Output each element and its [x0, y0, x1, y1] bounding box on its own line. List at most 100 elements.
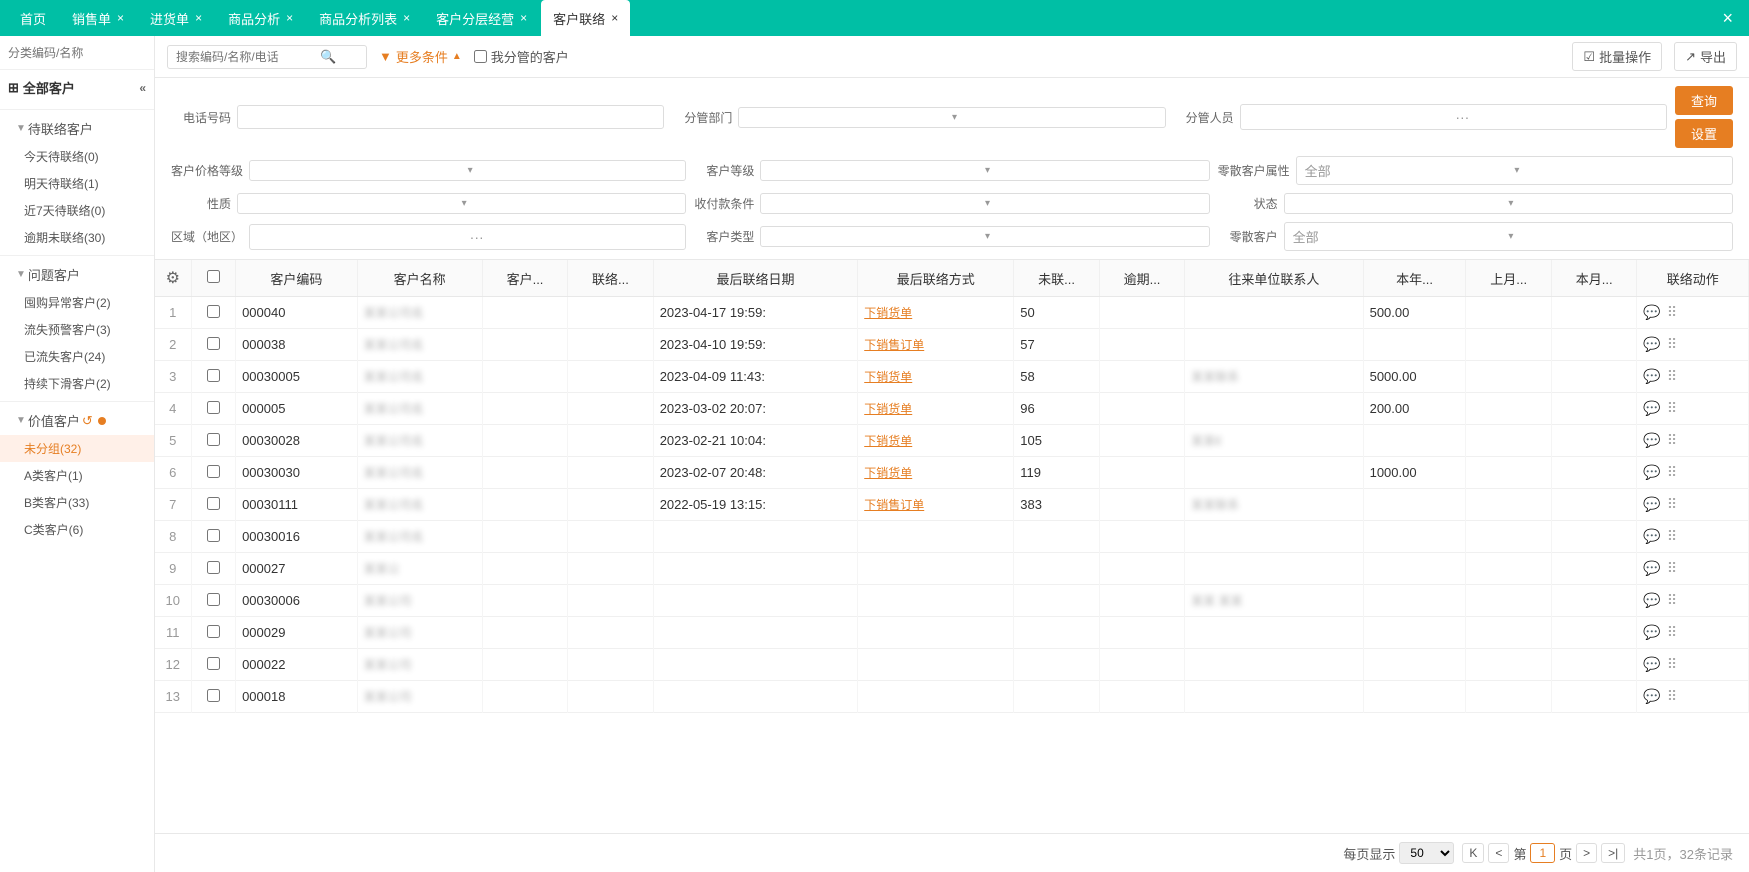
sidebar-item-overdue[interactable]: 逾期未联络(30)	[0, 224, 154, 251]
menu-icon-8[interactable]: ⠿	[1667, 528, 1677, 545]
filter-search-input[interactable]	[176, 50, 316, 64]
menu-icon-9[interactable]: ⠿	[1667, 560, 1677, 577]
sidebar-item-class-c[interactable]: C类客户(6)	[0, 516, 154, 543]
nav-home[interactable]: 首页	[8, 9, 58, 28]
menu-icon-11[interactable]: ⠿	[1667, 624, 1677, 641]
method-link-4[interactable]: 下销货单	[864, 402, 912, 416]
dept-select[interactable]: ▾	[738, 107, 1165, 128]
nav-tab-sales[interactable]: 销售单 ×	[60, 0, 136, 36]
sidebar-item-declining[interactable]: 持续下滑客户(2)	[0, 370, 154, 397]
sidebar-item-ungrouped[interactable]: 未分组(32)	[0, 435, 154, 462]
page-size-select[interactable]: 50 100 200	[1399, 842, 1454, 864]
method-link-1[interactable]: 下销货单	[864, 306, 912, 320]
nav-tab-purchase[interactable]: 进货单 ×	[138, 0, 214, 36]
method-link-5[interactable]: 下销货单	[864, 434, 912, 448]
cust-type-select[interactable]: ▾	[760, 226, 1209, 247]
menu-icon-12[interactable]: ⠿	[1667, 656, 1677, 673]
row-select-13[interactable]	[207, 689, 220, 702]
row-select-11[interactable]	[207, 625, 220, 638]
manager-dots[interactable]: ···	[1455, 109, 1658, 125]
manager-select[interactable]: ···	[1240, 104, 1667, 130]
settings-icon[interactable]: ⚙	[166, 270, 180, 287]
chat-icon-3[interactable]: 💬	[1643, 368, 1660, 385]
sidebar-item-today[interactable]: 今天待联络(0)	[0, 143, 154, 170]
refresh-icon[interactable]: ↺	[82, 413, 93, 429]
reset-btn[interactable]: 设置	[1675, 119, 1733, 148]
chat-icon-4[interactable]: 💬	[1643, 400, 1660, 417]
chat-icon-9[interactable]: 💬	[1643, 560, 1660, 577]
sidebar-item-7days[interactable]: 近7天待联络(0)	[0, 197, 154, 224]
method-link-3[interactable]: 下销货单	[864, 370, 912, 384]
query-btn[interactable]: 查询	[1675, 86, 1733, 115]
menu-icon-7[interactable]: ⠿	[1667, 496, 1677, 513]
chat-icon-8[interactable]: 💬	[1643, 528, 1660, 545]
row-select-2[interactable]	[207, 337, 220, 350]
close-analysis-list-tab[interactable]: ×	[403, 11, 410, 25]
sidebar-group-pending[interactable]: ▼ 待联络客户	[0, 114, 154, 143]
payment-select[interactable]: ▾	[760, 193, 1209, 214]
sidebar-group-value[interactable]: ▼ 价值客户 ↺	[0, 406, 154, 435]
menu-icon-3[interactable]: ⠿	[1667, 368, 1677, 385]
status-select[interactable]: ▾	[1284, 193, 1733, 214]
chat-icon-11[interactable]: 💬	[1643, 624, 1660, 641]
price-level-select[interactable]: ▾	[249, 160, 686, 181]
row-select-7[interactable]	[207, 497, 220, 510]
select-all-checkbox[interactable]	[207, 270, 220, 283]
close-customer-contact-tab[interactable]: ×	[611, 11, 618, 25]
chat-icon-6[interactable]: 💬	[1643, 464, 1660, 481]
row-select-12[interactable]	[207, 657, 220, 670]
prev-page-btn[interactable]: <	[1488, 843, 1509, 863]
cust-level-select[interactable]: ▾	[760, 160, 1209, 181]
menu-icon-4[interactable]: ⠿	[1667, 400, 1677, 417]
region-dots[interactable]: ···	[470, 229, 678, 245]
sidebar-all-customers-header[interactable]: ⊞ 全部客户 «	[0, 70, 154, 105]
nature-select[interactable]: ▾	[237, 193, 686, 214]
chat-icon-12[interactable]: 💬	[1643, 656, 1660, 673]
menu-icon-1[interactable]: ⠿	[1667, 304, 1677, 321]
export-btn[interactable]: ↗ 导出	[1674, 42, 1737, 71]
batch-ops-btn[interactable]: ☑ 批量操作	[1572, 42, 1662, 71]
row-select-3[interactable]	[207, 369, 220, 382]
nav-tab-analysis-list[interactable]: 商品分析列表 ×	[307, 0, 422, 36]
nav-tab-customer-contact[interactable]: 客户联络 ×	[541, 0, 630, 36]
chat-icon-7[interactable]: 💬	[1643, 496, 1660, 513]
row-select-10[interactable]	[207, 593, 220, 606]
next-page-btn[interactable]: >	[1576, 843, 1597, 863]
last-page-btn[interactable]: >|	[1601, 843, 1625, 863]
sidebar-group-problem[interactable]: ▼ 问题客户	[0, 260, 154, 289]
row-select-6[interactable]	[207, 465, 220, 478]
sidebar-item-class-a[interactable]: A类客户(1)	[0, 462, 154, 489]
chat-icon-10[interactable]: 💬	[1643, 592, 1660, 609]
sidebar-item-abnormal[interactable]: 囤购异常客户(2)	[0, 289, 154, 316]
menu-icon-6[interactable]: ⠿	[1667, 464, 1677, 481]
chat-icon-13[interactable]: 💬	[1643, 688, 1660, 705]
close-analysis-tab[interactable]: ×	[286, 11, 293, 25]
close-sales-tab[interactable]: ×	[117, 11, 124, 25]
chat-icon-5[interactable]: 💬	[1643, 432, 1660, 449]
row-select-8[interactable]	[207, 529, 220, 542]
menu-icon-5[interactable]: ⠿	[1667, 432, 1677, 449]
menu-icon-10[interactable]: ⠿	[1667, 592, 1677, 609]
my-customers-checkbox[interactable]	[474, 50, 487, 63]
col-settings[interactable]: ⚙	[155, 260, 191, 297]
retail-cust-select[interactable]: 全部 ▾	[1284, 222, 1733, 251]
sidebar-item-loss-warning[interactable]: 流失预警客户(3)	[0, 316, 154, 343]
chat-icon-1[interactable]: 💬	[1643, 304, 1660, 321]
close-all-tabs[interactable]: ×	[1714, 8, 1741, 29]
row-select-4[interactable]	[207, 401, 220, 414]
menu-icon-2[interactable]: ⠿	[1667, 336, 1677, 353]
row-select-1[interactable]	[207, 305, 220, 318]
close-purchase-tab[interactable]: ×	[195, 11, 202, 25]
nav-tab-analysis[interactable]: 商品分析 ×	[216, 0, 305, 36]
method-link-6[interactable]: 下销货单	[864, 466, 912, 480]
sidebar-item-class-b[interactable]: B类客户(33)	[0, 489, 154, 516]
row-select-5[interactable]	[207, 433, 220, 446]
close-customer-mgmt-tab[interactable]: ×	[520, 11, 527, 25]
chat-icon-2[interactable]: 💬	[1643, 336, 1660, 353]
sidebar-search-input[interactable]	[8, 46, 155, 60]
method-link-2[interactable]: 下销售订单	[864, 338, 924, 352]
phone-input[interactable]	[237, 105, 664, 129]
filter-more-btn[interactable]: ▼ 更多条件 ▲	[379, 47, 462, 66]
sidebar-item-lost[interactable]: 已流失客户(24)	[0, 343, 154, 370]
region-select[interactable]: ···	[249, 224, 686, 250]
